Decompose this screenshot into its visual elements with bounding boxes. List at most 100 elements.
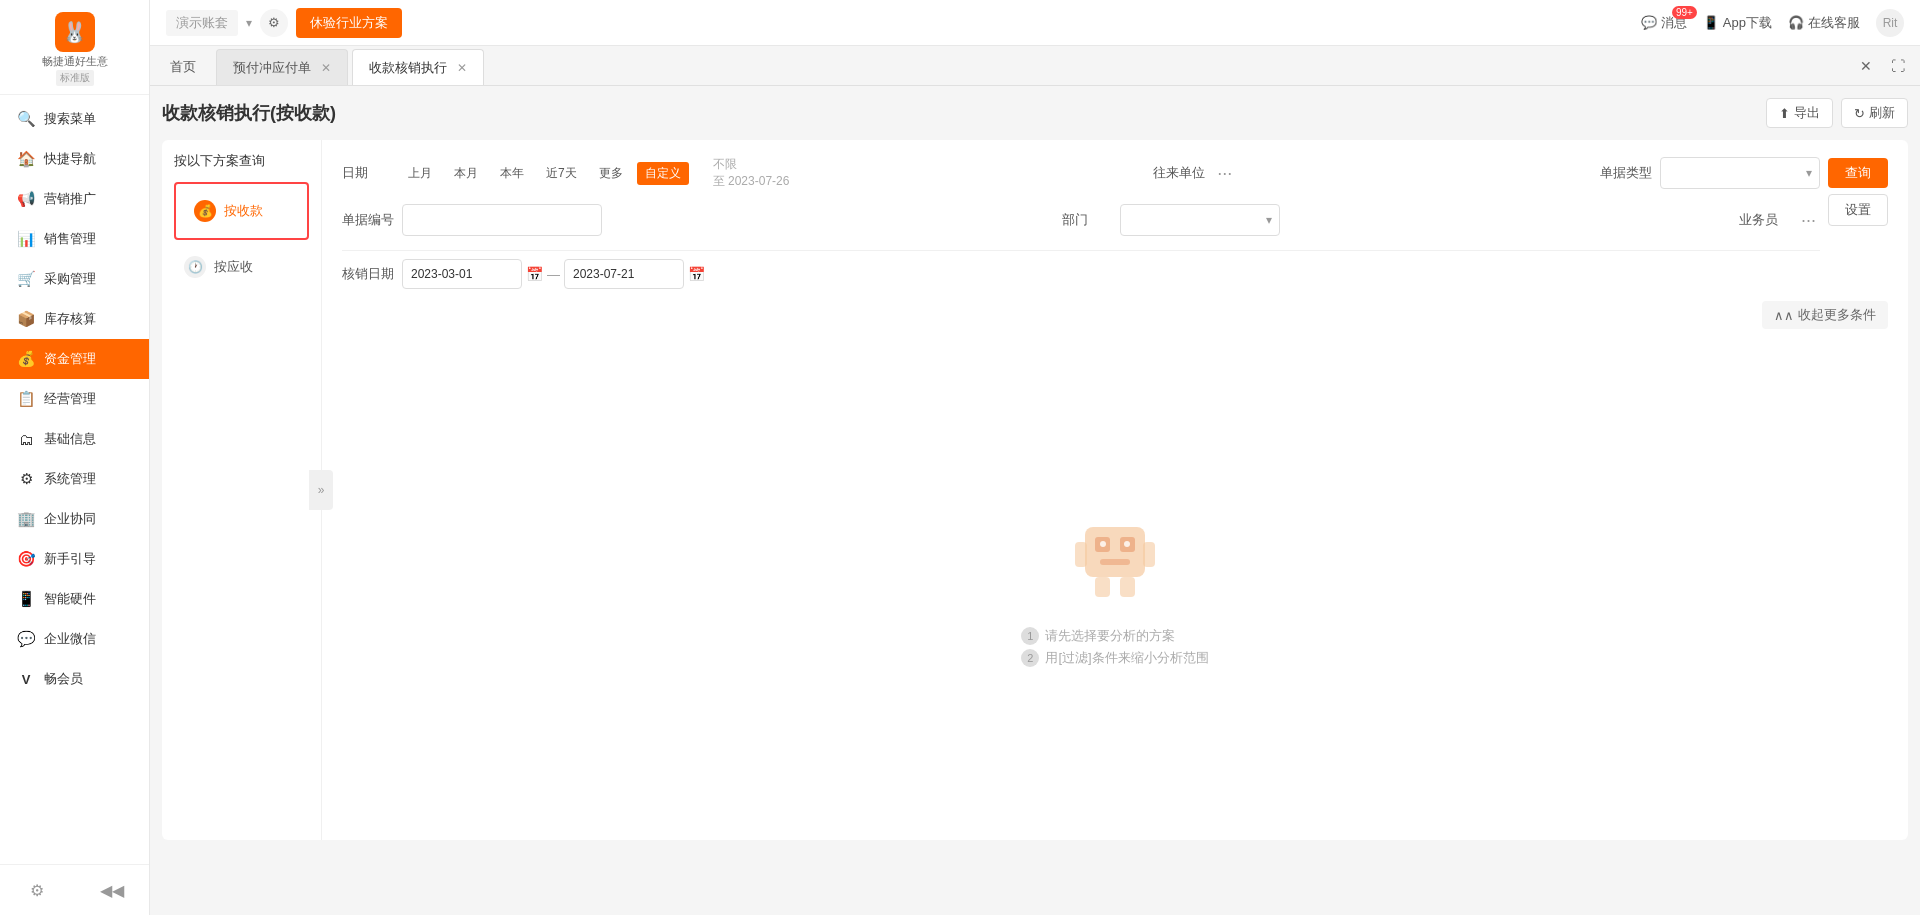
date-last-month-btn[interactable]: 上月 [400,162,440,185]
service-icon: 🎧 [1788,15,1804,30]
tab-close-all-icon[interactable]: ✕ [1854,54,1878,78]
voucher-no-input[interactable] [402,204,602,236]
right-panel: 日期 上月 本月 本年 近7天 更多 自定义 [322,140,1908,840]
verification-end-input[interactable] [564,259,684,289]
voucher-type-select[interactable] [1660,157,1820,189]
svg-point-9 [1124,541,1130,547]
app-download-button[interactable]: 📱 App下载 [1703,14,1772,32]
collapse-conditions-button[interactable]: ∧∧ 收起更多条件 [1762,301,1888,329]
sidebar-item-sales[interactable]: 📊 销售管理 [0,219,149,259]
tab-bar: 首页 预付冲应付单 ✕ 收款核销执行 ✕ ✕ ⛶ [150,46,1920,86]
by-receivable-icon: 🕐 [184,256,206,278]
date-this-year-btn[interactable]: 本年 [492,162,532,185]
tab-prepay[interactable]: 预付冲应付单 ✕ [216,49,348,85]
sidebar-item-vip[interactable]: V 畅会员 [0,659,149,699]
date-group: 日期 上月 本月 本年 近7天 更多 自定义 [342,162,689,185]
tab-receipt[interactable]: 收款核销执行 ✕ [352,49,484,85]
collapse-conditions-label: 收起更多条件 [1798,306,1876,324]
filter-item-by-receivable[interactable]: 🕐 按应收 [174,248,309,286]
finance-icon: 💰 [16,349,36,369]
sidebar-item-purchase[interactable]: 🛒 采购管理 [0,259,149,299]
sidebar-item-operation[interactable]: 📋 经营管理 [0,379,149,419]
svg-rect-6 [1095,577,1110,597]
refresh-button[interactable]: ↻ 刷新 [1841,98,1908,128]
sidebar-item-system[interactable]: ⚙ 系统管理 [0,459,149,499]
form-row-2: 单据编号 部门 ▾ [342,204,1820,236]
sidebar-item-guide[interactable]: 🎯 新手引导 [0,539,149,579]
sidebar-item-wechat[interactable]: 💬 企业微信 [0,619,149,659]
date-more-btn[interactable]: 更多 [591,162,631,185]
header-right: 💬 消息 99+ 📱 App下载 🎧 在线客服 Rit [1641,9,1904,37]
tab-home[interactable]: 首页 [154,49,212,85]
export-button[interactable]: ⬆ 导出 [1766,98,1833,128]
tab-prepay-close-icon[interactable]: ✕ [321,61,331,75]
dropdown-arrow-icon[interactable]: ▾ [246,16,252,30]
industry-solution-button[interactable]: 休验行业方案 [296,8,402,38]
date-this-month-btn[interactable]: 本月 [446,162,486,185]
voucher-no-group: 单据编号 [342,204,602,236]
verification-start-input[interactable] [402,259,522,289]
calendar-end-icon[interactable]: 📅 [688,266,705,282]
filter-item-by-receipt[interactable]: 💰 按收款 [184,192,299,230]
form-fields: 日期 上月 本月 本年 近7天 更多 自定义 [342,156,1820,293]
collapse-filter-btn[interactable]: » [309,470,333,510]
settings-icon[interactable]: ⚙ [22,875,52,905]
logo-icon: 🐰 [55,12,95,52]
user-avatar[interactable]: Rit [1876,9,1904,37]
company-name[interactable]: 演示账套 [166,10,238,36]
inventory-icon: 📦 [16,309,36,329]
svg-rect-7 [1120,577,1135,597]
query-button[interactable]: 查询 [1828,158,1888,188]
date-7days-btn[interactable]: 近7天 [538,162,585,185]
date-label: 日期 [342,164,392,182]
sidebar: 🐰 畅捷通好生意 标准版 🔍 搜索菜单 🏠 快捷导航 📢 营销推广 📊 销售管理… [0,0,150,915]
step-2: 2 [1021,649,1039,667]
app-logo: 🐰 畅捷通好生意 标准版 [0,0,149,95]
form-section: 日期 上月 本月 本年 近7天 更多 自定义 [322,140,1908,293]
voucher-type-label: 单据类型 [1600,164,1652,182]
online-service-button[interactable]: 🎧 在线客服 [1788,14,1860,32]
sidebar-item-label: 库存核算 [44,310,96,328]
svg-point-8 [1100,541,1106,547]
collapse-sidebar-icon[interactable]: ◀◀ [97,875,127,905]
filter-panel: 按以下方案查询 💰 按收款 🕐 按应收 » [162,140,322,840]
tab-expand-icon[interactable]: ⛶ [1886,54,1910,78]
sidebar-item-inventory[interactable]: 📦 库存核算 [0,299,149,339]
department-label: 部门 [1062,211,1112,229]
department-group: 部门 ▾ [1062,204,1280,236]
sidebar-item-label: 搜索菜单 [44,110,96,128]
salesperson-group: 业务员 ··· [1739,211,1820,229]
purchase-icon: 🛒 [16,269,36,289]
sidebar-item-finance[interactable]: 💰 资金管理 [0,339,149,379]
filter-item-label: 按收款 [224,202,263,220]
counterpart-more-icon[interactable]: ··· [1213,164,1236,182]
by-receipt-icon: 💰 [194,200,216,222]
sidebar-item-search[interactable]: 🔍 搜索菜单 [0,99,149,139]
sidebar-item-enterprise[interactable]: 🏢 企业协同 [0,499,149,539]
svg-rect-0 [1085,527,1145,577]
message-badge: 99+ [1672,6,1697,19]
home-icon: 🏠 [16,149,36,169]
svg-rect-5 [1143,542,1155,567]
tab-receipt-close-icon[interactable]: ✕ [457,61,467,75]
sidebar-item-hardware[interactable]: 📱 智能硬件 [0,579,149,619]
form-row-3: 核销日期 📅 — 📅 [342,259,1820,289]
sidebar-nav: 🔍 搜索菜单 🏠 快捷导航 📢 营销推广 📊 销售管理 🛒 采购管理 📦 库存核… [0,95,149,864]
query-buttons: 查询 设置 [1828,156,1888,293]
message-button[interactable]: 💬 消息 99+ [1641,14,1687,32]
top-header: 演示账套 ▾ ⚙ 休验行业方案 💬 消息 99+ 📱 App下载 🎧 在线客服 … [150,0,1920,46]
sidebar-item-label: 经营管理 [44,390,96,408]
svg-rect-4 [1075,542,1087,567]
settings-button[interactable]: ⚙ [260,9,288,37]
date-custom-btn[interactable]: 自定义 [637,162,689,185]
sidebar-item-basic-info[interactable]: 🗂 基础信息 [0,419,149,459]
setting-button[interactable]: 设置 [1828,194,1888,226]
header-left: 演示账套 ▾ ⚙ 休验行业方案 [166,8,402,38]
calendar-start-icon[interactable]: 📅 [526,266,543,282]
department-select[interactable] [1120,204,1280,236]
filter-item-label: 按应收 [214,258,253,276]
sidebar-item-marketing[interactable]: 📢 营销推广 [0,179,149,219]
app-badge: 标准版 [56,70,94,86]
salesperson-more-icon[interactable]: ··· [1797,211,1820,229]
sidebar-item-quick-nav[interactable]: 🏠 快捷导航 [0,139,149,179]
